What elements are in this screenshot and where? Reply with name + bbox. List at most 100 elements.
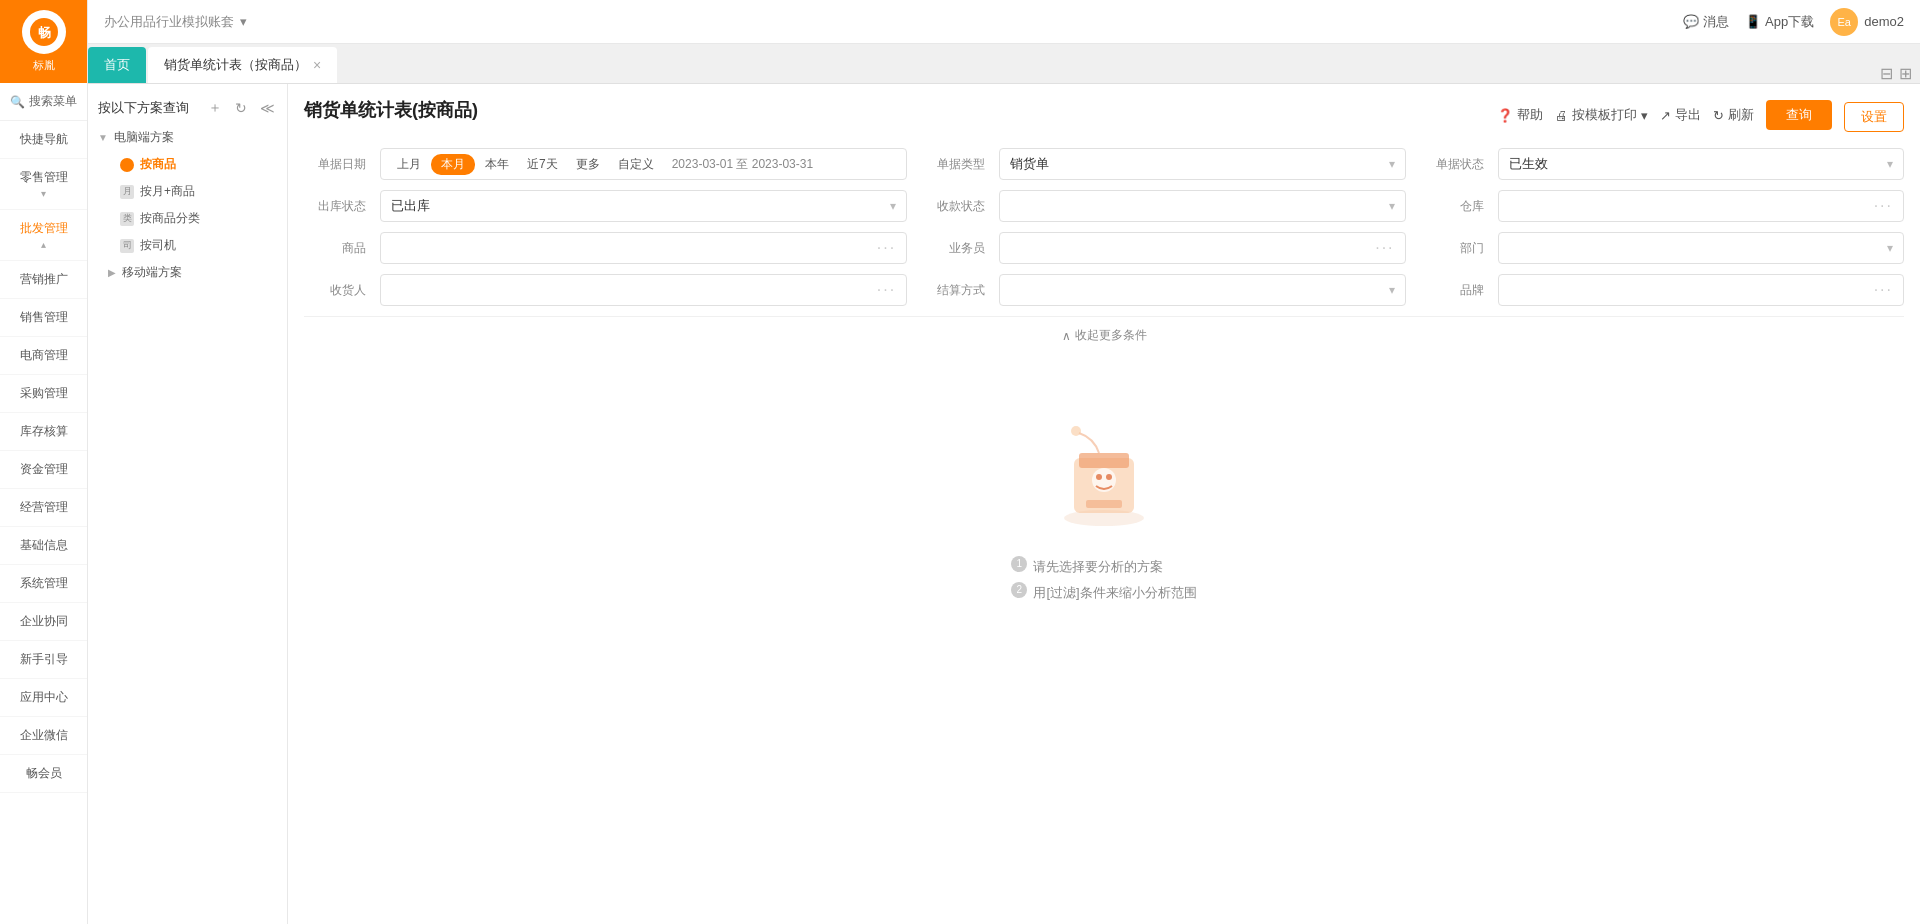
date-custom-btn[interactable]: 自定义 [610,154,662,175]
page-header: 销货单统计表(按商品) ❓ 帮助 🖨 按模板打印 ▾ ↗ 导出 [288,84,1920,134]
sidebar-item-wholesale[interactable]: 批发管理 ▴ [0,210,87,261]
refresh-scheme-btn[interactable]: ↻ [231,98,251,118]
doc-type-select[interactable]: 销货单 ▾ [999,148,1405,180]
scheme-item-by-printer[interactable]: 司 按司机 [88,232,287,259]
chevron-down-icon: ▾ [1887,241,1893,255]
sidebar-item-quick-nav[interactable]: 快捷导航 [0,121,87,159]
warehouse-status-select[interactable]: 已出库 ▾ [380,190,907,222]
chevron-up-icon: ∧ [1062,329,1071,343]
department-select[interactable]: ▾ [1498,232,1904,264]
more-icon: ··· [1874,281,1893,299]
search-menu-button[interactable]: 🔍 搜索菜单 [6,89,81,114]
scheme-square-icon: 司 [120,239,134,253]
payment-select[interactable]: ▾ [999,274,1405,306]
empty-tips: 1 请先选择要分析的方案 2 用[过滤]条件来缩小分析范围 [1011,554,1196,606]
more-icon: ··· [1375,239,1394,257]
setting-button[interactable]: 设置 [1844,102,1904,132]
logo-icon: 畅 [22,10,66,54]
svg-rect-8 [1086,500,1122,508]
query-button[interactable]: 查询 [1766,100,1832,130]
filter-recipient: 收货人 ··· [304,274,907,306]
page-title: 销货单统计表(按商品) [304,98,1497,122]
tab-home[interactable]: 首页 [88,47,146,83]
date-7days-btn[interactable]: 近7天 [519,154,566,175]
chevron-down-icon: ▾ [1389,283,1395,297]
scheme-item-by-month-product[interactable]: 月 按月+商品 [88,178,287,205]
date-more-btn[interactable]: 更多 [568,154,608,175]
user-avatar[interactable]: Ea demo2 [1830,8,1904,36]
chevron-down-icon: ▾ [1887,157,1893,171]
sidebar-item-purchase[interactable]: 采购管理 [0,375,87,413]
search-menu-btn[interactable]: 🔍 搜索菜单 [0,83,87,121]
sidebar-item-vip[interactable]: 畅会员 [0,755,87,793]
dropdown-arrow-icon: ▾ [240,14,247,29]
refresh-btn[interactable]: ↻ 刷新 [1713,106,1754,124]
template-print-btn[interactable]: 🖨 按模板打印 ▾ [1555,106,1648,124]
doc-status-select[interactable]: 已生效 ▾ [1498,148,1904,180]
export-icon: ↗ [1660,108,1671,123]
more-icon: ··· [877,239,896,257]
chevron-up-icon: ▴ [41,239,46,250]
message-btn[interactable]: 💬 消息 [1683,13,1729,31]
tab-sales-stats[interactable]: 销货单统计表（按商品） × [148,47,337,83]
more-icon: ··· [1874,197,1893,215]
right-panel: 销货单统计表(按商品) ❓ 帮助 🖨 按模板打印 ▾ ↗ 导出 [288,84,1920,924]
scheme-header: 按以下方案查询 ＋ ↻ ≪ [88,92,287,124]
help-btn[interactable]: ❓ 帮助 [1497,106,1543,124]
sidebar-item-sales[interactable]: 销售管理 [0,299,87,337]
sidebar-item-newbie[interactable]: 新手引导 [0,641,87,679]
print-icon: 🖨 [1555,108,1568,123]
help-icon: ❓ [1497,108,1513,123]
tab-close-icon[interactable]: × [313,58,321,72]
filter-receipt-status: 收款状态 ▾ [923,190,1405,222]
warehouse-input[interactable]: ··· [1498,190,1904,222]
tabbar: 首页 销货单统计表（按商品） × ⊟ ⊞ [88,44,1920,84]
chevron-down-icon: ▾ [1389,157,1395,171]
sidebar-item-operations[interactable]: 经营管理 [0,489,87,527]
filter-warehouse-status: 出库状态 已出库 ▾ [304,190,907,222]
collapse-filters-btn[interactable]: ∧ 收起更多条件 [304,321,1904,350]
recipient-input[interactable]: ··· [380,274,907,306]
scheme-group-pc-title[interactable]: ▼ 电脑端方案 [88,124,287,151]
empty-state: 1 请先选择要分析的方案 2 用[过滤]条件来缩小分析范围 [304,358,1904,666]
scheme-item-by-category[interactable]: 类 按商品分类 [88,205,287,232]
sidebar-item-system[interactable]: 系统管理 [0,565,87,603]
salesman-input[interactable]: ··· [999,232,1405,264]
maximize-icon[interactable]: ⊞ [1899,64,1912,83]
date-this-year-btn[interactable]: 本年 [477,154,517,175]
sidebar-item-inventory[interactable]: 库存核算 [0,413,87,451]
sidebar-item-retail[interactable]: 零售管理 ▾ [0,159,87,210]
filter-doc-status: 单据状态 已生效 ▾ [1422,148,1904,180]
date-last-month-btn[interactable]: 上月 [389,154,429,175]
receipt-status-select[interactable]: ▾ [999,190,1405,222]
filter-payment: 结算方式 ▾ [923,274,1405,306]
app-download-btn[interactable]: 📱 App下载 [1745,13,1814,31]
scheme-group-mobile-title[interactable]: ▶ 移动端方案 [88,259,287,286]
brand-input[interactable]: ··· [1498,274,1904,306]
content-wrapper: 按以下方案查询 ＋ ↻ ≪ ▼ 电脑端方案 按商品 月 按月+ [88,84,1920,924]
svg-rect-4 [1079,453,1129,468]
sidebar-item-enterprise[interactable]: 企业协同 [0,603,87,641]
add-scheme-btn[interactable]: ＋ [205,98,225,118]
svg-point-7 [1106,474,1112,480]
sidebar: 畅 标胤 🔍 搜索菜单 快捷导航 零售管理 ▾ 批发管理 ▴ 营销推广 销售管理… [0,0,88,924]
collapse-scheme-btn[interactable]: ≪ [257,98,277,118]
filter-row-4: 收货人 ··· 结算方式 ▾ 品牌 [304,274,1904,306]
sidebar-item-basic[interactable]: 基础信息 [0,527,87,565]
minimize-icon[interactable]: ⊟ [1880,64,1893,83]
date-this-month-btn[interactable]: 本月 [431,154,475,175]
sidebar-item-finance[interactable]: 资金管理 [0,451,87,489]
scheme-square-icon: 类 [120,212,134,226]
scheme-square-icon: 月 [120,185,134,199]
scheme-item-by-product[interactable]: 按商品 [88,151,287,178]
chevron-right-icon: ▶ [108,267,116,278]
filter-brand: 品牌 ··· [1422,274,1904,306]
sidebar-item-ecommerce[interactable]: 电商管理 [0,337,87,375]
filter-panel: 单据日期 上月 本月 本年 近7天 更多 自定义 2023-03-01 至 20… [288,134,1920,924]
sidebar-item-marketing[interactable]: 营销推广 [0,261,87,299]
sidebar-item-apps[interactable]: 应用中心 [0,679,87,717]
sidebar-item-wechat[interactable]: 企业微信 [0,717,87,755]
product-input[interactable]: ··· [380,232,907,264]
scheme-active-icon [120,158,134,172]
export-btn[interactable]: ↗ 导出 [1660,106,1701,124]
